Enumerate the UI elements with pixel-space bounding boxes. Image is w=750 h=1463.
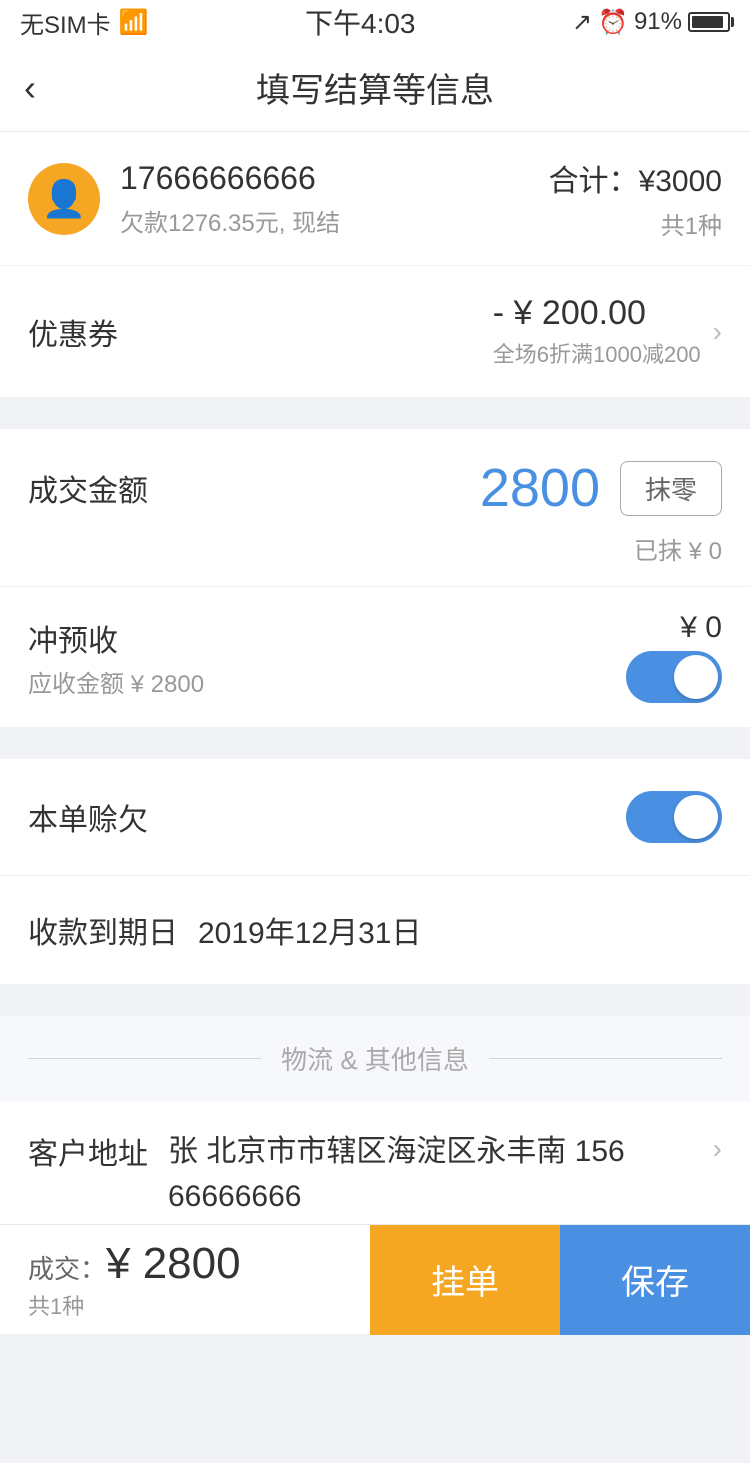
duedate-row: 收款到期日 2019年12月31日: [0, 875, 750, 984]
location-icon: ↗: [572, 8, 592, 37]
alarm-icon: ⏰: [598, 8, 628, 37]
coupon-row[interactable]: 优惠券 - ¥ 200.00 全场6折满1000减200 ›: [0, 265, 750, 397]
section-divider-2: [0, 743, 750, 759]
erased-label: 已抹 ¥ 0: [0, 531, 750, 586]
divider-line-left: [28, 1058, 261, 1059]
nav-bar: ‹ 填写结算等信息: [0, 44, 750, 132]
address-chevron-icon: ›: [713, 1129, 722, 1165]
debt-card: 本单赊欠 收款到期日 2019年12月31日: [0, 759, 750, 984]
footer-deal-amount: ¥ 2800: [106, 1239, 241, 1288]
wifi-icon: 📶: [119, 8, 149, 37]
page-title: 填写结算等信息: [256, 63, 494, 112]
footer-deal-count: 共1种: [28, 1289, 342, 1321]
chevron-right-icon: ›: [713, 316, 722, 348]
footer-deal-row: 成交：¥ 2800: [28, 1239, 342, 1289]
back-button[interactable]: ‹: [24, 67, 36, 109]
customer-left: 👤 17666666666 欠款1276.35元, 现结: [28, 160, 340, 238]
customer-phone: 17666666666: [120, 160, 340, 197]
save-button[interactable]: 保存: [560, 1225, 750, 1335]
battery-fill: [692, 16, 723, 28]
transaction-card: 成交金额 2800 抹零 已抹 ¥ 0 冲预收 应收金额 ¥ 2800 ¥ 0: [0, 429, 750, 727]
hang-order-button[interactable]: 挂单: [370, 1225, 560, 1335]
coupon-discount: - ¥ 200.00: [493, 294, 701, 333]
amount-row: 成交金额 2800 抹零: [0, 429, 750, 531]
carrier-text: 无SIM卡: [20, 5, 111, 40]
logistics-section-header: 物流 & 其他信息: [0, 1016, 750, 1101]
total-amount-value: ¥3000: [639, 165, 722, 198]
address-value: 张 北京市市辖区海淀区永丰南 156 66666666: [148, 1129, 713, 1219]
debt-label: 本单赊欠: [28, 795, 148, 839]
avatar: 👤: [28, 163, 100, 235]
prepayment-sub: 应收金额 ¥ 2800: [28, 664, 204, 699]
section-divider-1: [0, 413, 750, 429]
prepayment-right: ¥ 0: [626, 611, 722, 703]
coupon-label: 优惠券: [28, 310, 118, 354]
debt-toggle-knob: [674, 795, 718, 839]
customer-row: 👤 17666666666 欠款1276.35元, 现结 合计：¥3000 共1…: [0, 132, 750, 265]
total-label: 合计：: [549, 165, 639, 198]
round-button[interactable]: 抹零: [620, 461, 722, 516]
status-time: 下午4:03: [305, 2, 416, 42]
battery-percentage: 91%: [634, 8, 682, 36]
customer-right: 合计：¥3000 共1种: [549, 156, 722, 241]
footer-left: 成交：¥ 2800 共1种: [0, 1239, 370, 1321]
amount-value: 2800: [480, 457, 600, 519]
duedate-value: 2019年12月31日: [198, 908, 421, 952]
coupon-description: 全场6折满1000减200: [493, 337, 701, 369]
divider-line-right: [489, 1058, 722, 1059]
address-label: 客户地址: [28, 1129, 148, 1173]
customer-debt: 欠款1276.35元, 现结: [120, 203, 340, 238]
prepayment-label: 冲预收: [28, 616, 204, 660]
avatar-icon: 👤: [42, 178, 87, 220]
amount-right: 2800 抹零: [480, 457, 722, 519]
footer-deal-label: 成交：: [28, 1254, 106, 1284]
total-amount: 合计：¥3000: [549, 156, 722, 200]
footer-bar: 成交：¥ 2800 共1种 挂单 保存: [0, 1224, 750, 1334]
customer-card: 👤 17666666666 欠款1276.35元, 现结 合计：¥3000 共1…: [0, 132, 750, 397]
prepayment-left: 冲预收 应收金额 ¥ 2800: [28, 616, 204, 699]
status-right: ↗ ⏰ 91%: [572, 8, 730, 37]
amount-label: 成交金额: [28, 466, 148, 510]
section-divider-3: [0, 1000, 750, 1016]
status-bar: 无SIM卡 📶 下午4:03 ↗ ⏰ 91%: [0, 0, 750, 44]
coupon-right: - ¥ 200.00 全场6折满1000减200 ›: [493, 294, 722, 369]
prepayment-toggle[interactable]: [626, 651, 722, 703]
prepayment-amount: ¥ 0: [680, 611, 722, 645]
total-count: 共1种: [549, 206, 722, 241]
status-left: 无SIM卡 📶: [20, 5, 149, 40]
prepayment-row: 冲预收 应收金额 ¥ 2800 ¥ 0: [0, 586, 750, 727]
customer-info: 17666666666 欠款1276.35元, 现结: [120, 160, 340, 238]
duedate-label: 收款到期日: [28, 908, 178, 952]
toggle-knob: [674, 655, 718, 699]
debt-toggle[interactable]: [626, 791, 722, 843]
logistics-label: 物流 & 其他信息: [281, 1040, 469, 1077]
battery-icon: [688, 12, 730, 32]
debt-row: 本单赊欠: [0, 759, 750, 875]
